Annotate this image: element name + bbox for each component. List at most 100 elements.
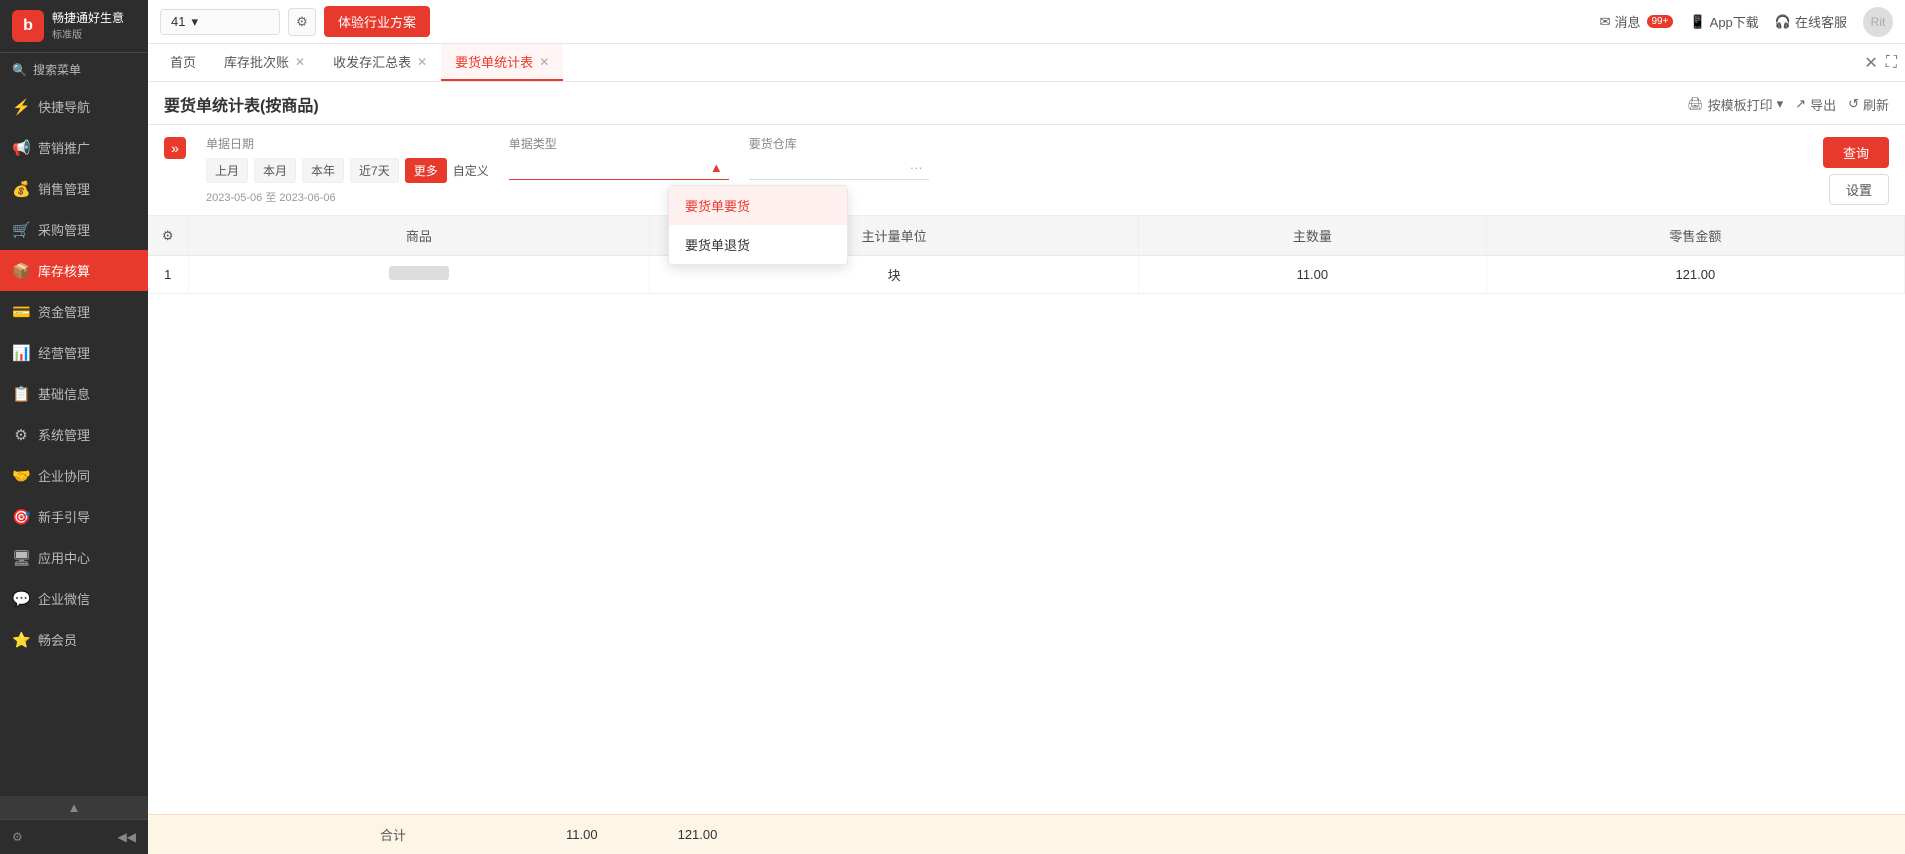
topbar-right: ✉ 消息 99+ 📱 App下载 🎧 在线客服 Rit bbox=[1600, 7, 1893, 37]
filter-actions: 查询 设置 bbox=[1823, 137, 1889, 205]
date-btn-custom[interactable]: 自定义 bbox=[453, 162, 489, 179]
sidebar-item-basic-info[interactable]: 📋 基础信息 bbox=[0, 373, 148, 414]
sidebar-item-inventory[interactable]: 📦 库存核算 bbox=[0, 250, 148, 291]
refresh-icon: ↺ bbox=[1848, 96, 1859, 112]
sidebar-label-finance: 资金管理 bbox=[38, 302, 90, 321]
query-button[interactable]: 查询 bbox=[1823, 137, 1889, 168]
print-icon: 🖨 bbox=[1687, 96, 1704, 112]
expand-tabs-icon[interactable]: ⛶ bbox=[1886, 54, 1897, 72]
type-filter-input[interactable] bbox=[515, 160, 704, 175]
warehouse-filter-dots-icon: ··· bbox=[910, 160, 923, 175]
sidebar-item-quick-nav[interactable]: ⚡ 快捷导航 bbox=[0, 86, 148, 127]
date-range-display: 2023-05-06 至 2023-06-06 bbox=[206, 189, 489, 205]
sidebar-item-operations[interactable]: 📊 经营管理 bbox=[0, 332, 148, 373]
message-button[interactable]: ✉ 消息 99+ bbox=[1600, 12, 1674, 31]
sidebar-settings-icon[interactable]: ⚙ bbox=[12, 830, 23, 844]
col-amount: 零售金额 bbox=[1486, 216, 1904, 256]
table-body: 1 块 11.00 121.00 bbox=[148, 256, 1905, 294]
type-filter-group: 单据类型 ▲ bbox=[509, 135, 729, 180]
date-btn-this-month[interactable]: 本月 bbox=[254, 158, 296, 183]
dropdown-option-requisition-return[interactable]: 要货单退货 bbox=[669, 225, 847, 264]
online-service-button[interactable]: 🎧 在线客服 bbox=[1775, 12, 1847, 31]
close-all-tabs-icon[interactable]: ✕ bbox=[1864, 53, 1877, 73]
date-btn-last-7days[interactable]: 近7天 bbox=[350, 158, 399, 183]
search-label: 搜索菜单 bbox=[33, 61, 81, 78]
close-requisition-stat-icon[interactable]: ✕ bbox=[539, 55, 549, 69]
sidebar-item-newbie[interactable]: 🎯 新手引导 bbox=[0, 496, 148, 537]
date-btn-last-month[interactable]: 上月 bbox=[206, 158, 248, 183]
sidebar-item-purchase[interactable]: 🛒 采购管理 bbox=[0, 209, 148, 250]
dropdown-option-requisition-order[interactable]: 要货单要货 bbox=[669, 186, 847, 225]
purchase-icon: 🛒 bbox=[12, 221, 30, 239]
sidebar-search[interactable]: 🔍 搜索菜单 bbox=[0, 53, 148, 86]
sidebar-label-purchase: 采购管理 bbox=[38, 220, 90, 239]
headset-icon: 🎧 bbox=[1775, 14, 1791, 30]
trial-button[interactable]: 体验行业方案 bbox=[324, 6, 430, 37]
sidebar-label-newbie: 新手引导 bbox=[38, 507, 90, 526]
sidebar-item-finance[interactable]: 💳 资金管理 bbox=[0, 291, 148, 332]
online-service-label: 在线客服 bbox=[1795, 12, 1847, 31]
store-name: 41 bbox=[171, 14, 185, 29]
tab-requisition-stat-label: 要货单统计表 bbox=[455, 52, 533, 71]
col-settings[interactable]: ⚙ bbox=[148, 216, 188, 256]
row-index: 1 bbox=[148, 256, 188, 294]
date-filter-label: 单据日期 bbox=[206, 135, 489, 152]
inventory-icon: 📦 bbox=[12, 262, 30, 280]
date-btn-this-year[interactable]: 本年 bbox=[302, 158, 344, 183]
tab-home[interactable]: 首页 bbox=[156, 44, 210, 81]
enterprise-icon: 🤝 bbox=[12, 467, 30, 485]
sidebar-collapse-btn[interactable]: ◀◀ bbox=[118, 830, 136, 844]
app-center-icon: 🖥 bbox=[12, 549, 30, 567]
gear-icon: ⚙ bbox=[296, 14, 308, 30]
filter-area: » 单据日期 上月 本月 本年 近7天 更多 自定义 2023-05-06 至 … bbox=[148, 125, 1905, 216]
filter-expand-button[interactable]: » bbox=[164, 137, 186, 159]
app-download-label: App下载 bbox=[1710, 12, 1759, 31]
sidebar-item-system[interactable]: ⚙ 系统管理 bbox=[0, 414, 148, 455]
sidebar-item-wechat[interactable]: 💬 企业微信 bbox=[0, 578, 148, 619]
marketing-icon: 📢 bbox=[12, 139, 30, 157]
sales-icon: 💰 bbox=[12, 180, 30, 198]
date-btn-more[interactable]: 更多 bbox=[405, 158, 447, 183]
page-title: 要货单统计表(按商品) bbox=[164, 92, 319, 116]
column-settings-button[interactable]: 设置 bbox=[1829, 174, 1889, 205]
sidebar-label-quick-nav: 快捷导航 bbox=[38, 97, 90, 116]
type-dropdown: 要货单要货 要货单退货 bbox=[668, 185, 848, 265]
tab-receive-summary[interactable]: 收发存汇总表 ✕ bbox=[319, 44, 441, 81]
user-avatar[interactable]: Rit bbox=[1863, 7, 1893, 37]
sidebar-scroll-up[interactable]: ▲ bbox=[0, 796, 148, 819]
refresh-button[interactable]: ↺ 刷新 bbox=[1848, 95, 1889, 114]
sidebar-bottom: ⚙ ◀◀ bbox=[0, 819, 148, 854]
type-filter-select[interactable]: ▲ bbox=[509, 156, 729, 180]
tab-inventory-batch-label: 库存批次账 bbox=[224, 52, 289, 71]
table-footer: 合计 11.00 121.00 bbox=[148, 814, 1905, 854]
main-area: 41 ▾ ⚙ 体验行业方案 ✉ 消息 99+ 📱 App下载 🎧 在线客服 bbox=[148, 0, 1905, 854]
col-product: 商品 bbox=[188, 216, 650, 256]
finance-icon: 💳 bbox=[12, 303, 30, 321]
close-inventory-batch-icon[interactable]: ✕ bbox=[295, 55, 305, 69]
settings-button[interactable]: ⚙ bbox=[288, 8, 316, 36]
message-label: 消息 bbox=[1614, 12, 1640, 31]
message-icon: ✉ bbox=[1600, 14, 1611, 30]
print-button[interactable]: 🖨 按模板打印 ▾ bbox=[1687, 95, 1783, 114]
tab-inventory-batch[interactable]: 库存批次账 ✕ bbox=[210, 44, 319, 81]
sidebar-item-enterprise[interactable]: 🤝 企业协同 bbox=[0, 455, 148, 496]
app-download-icon: 📱 bbox=[1689, 14, 1705, 30]
export-button[interactable]: ↗ 导出 bbox=[1795, 95, 1836, 114]
sidebar-label-app-center: 应用中心 bbox=[38, 548, 90, 567]
store-selector[interactable]: 41 ▾ bbox=[160, 9, 280, 35]
sidebar-item-app-center[interactable]: 🖥 应用中心 bbox=[0, 537, 148, 578]
app-logo: b 畅捷通好生意 标准版 bbox=[0, 0, 148, 53]
footer-total-amount: 121.00 bbox=[678, 827, 718, 842]
close-receive-summary-icon[interactable]: ✕ bbox=[417, 55, 427, 69]
warehouse-filter-select[interactable]: ··· bbox=[749, 156, 929, 180]
sidebar-item-marketing[interactable]: 📢 营销推广 bbox=[0, 127, 148, 168]
sidebar-item-sales[interactable]: 💰 销售管理 bbox=[0, 168, 148, 209]
sidebar-nav: ⚡ 快捷导航 📢 营销推广 💰 销售管理 🛒 采购管理 📦 库存核算 💳 资金管… bbox=[0, 86, 148, 796]
sidebar-label-member: 畅会员 bbox=[38, 630, 77, 649]
type-filter-label: 单据类型 bbox=[509, 135, 729, 152]
tab-home-label: 首页 bbox=[170, 52, 196, 71]
app-download-button[interactable]: 📱 App下载 bbox=[1689, 12, 1758, 31]
tabs-end: ✕ ⛶ bbox=[1864, 53, 1897, 73]
sidebar-item-member[interactable]: ⭐ 畅会员 bbox=[0, 619, 148, 660]
tab-requisition-stat[interactable]: 要货单统计表 ✕ bbox=[441, 44, 563, 81]
